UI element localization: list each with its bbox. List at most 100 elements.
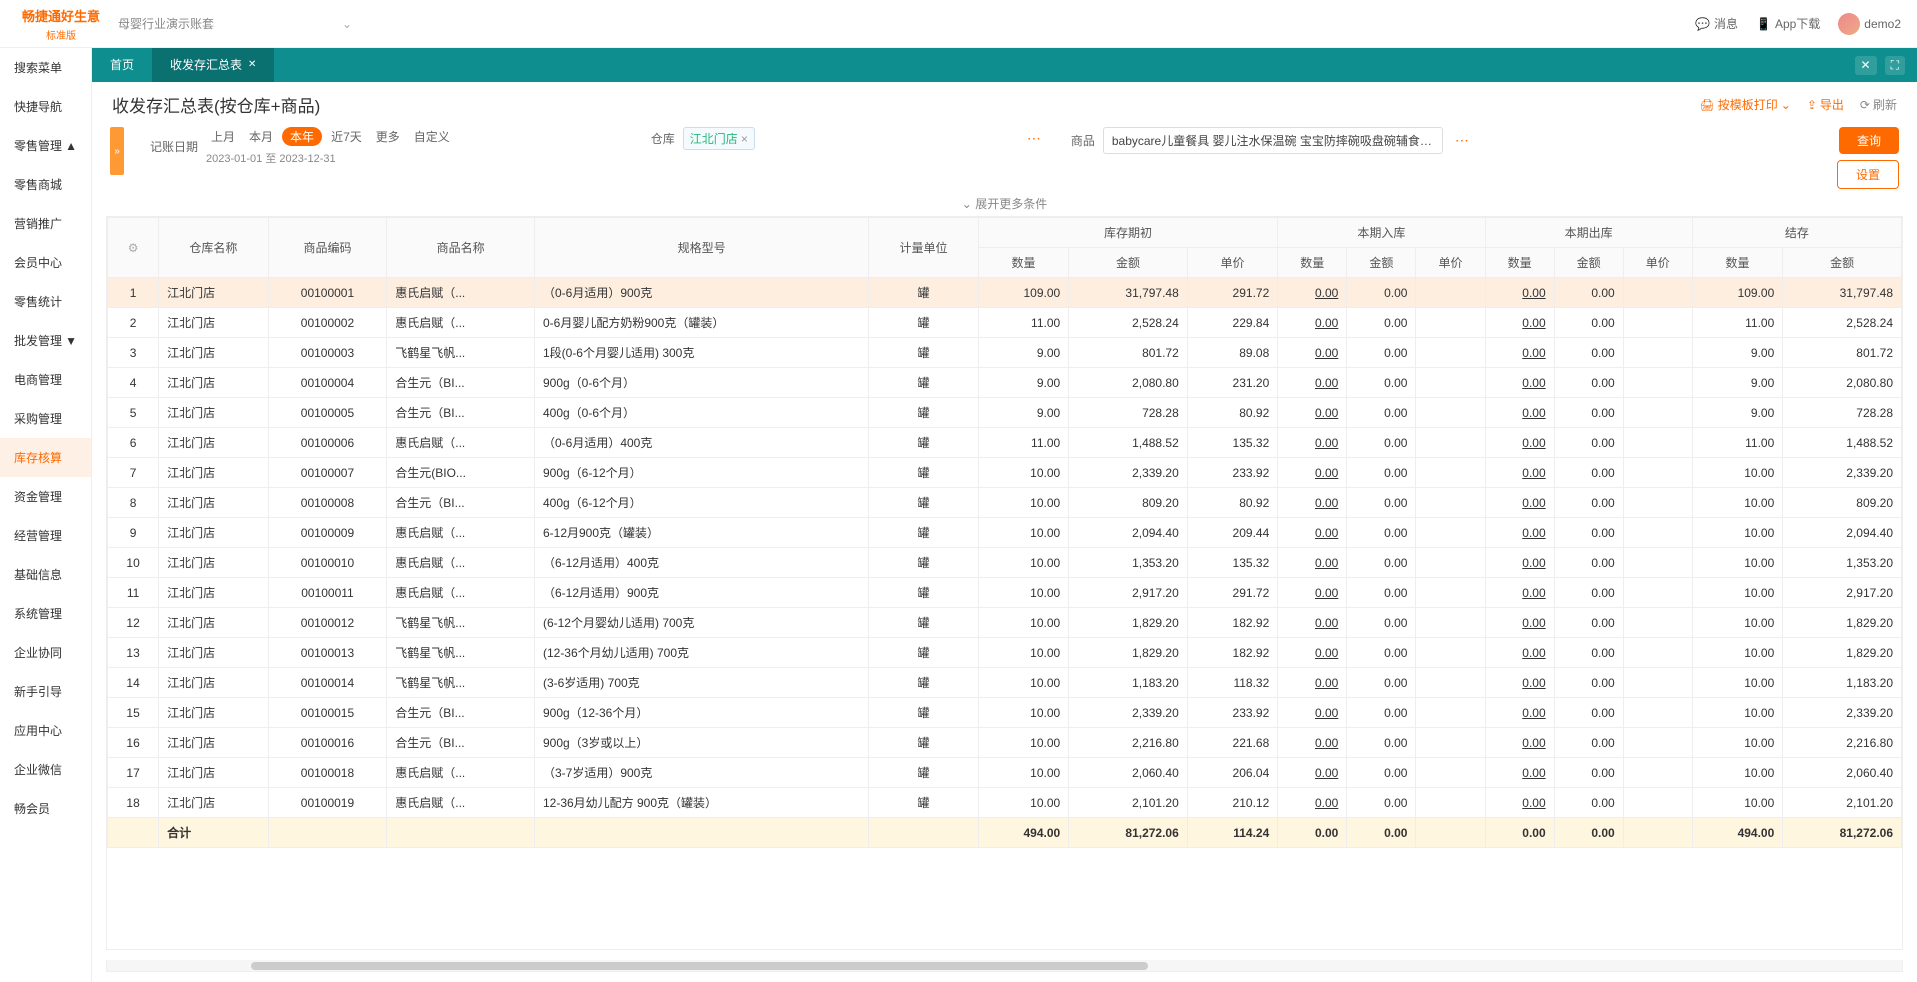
table-row[interactable]: 2江北门店00100002惠氏启赋（...0-6月婴儿配方奶粉900克（罐装）罐… xyxy=(108,308,1902,338)
table-row[interactable]: 6江北门店00100006惠氏启赋（...（0-6月适用）400克罐11.001… xyxy=(108,428,1902,458)
tab-expand[interactable]: ⛶ xyxy=(1885,56,1905,75)
sidebar-item-9[interactable]: 采购管理 xyxy=(0,399,91,438)
app-download-link[interactable]: 📱 App下载 xyxy=(1756,15,1820,32)
col-name: 商品名称 xyxy=(387,218,535,278)
date-opt[interactable]: 本年 xyxy=(282,127,322,146)
table-row[interactable]: 15江北门店00100015合生元（BI...900g（12-36个月）罐10.… xyxy=(108,698,1902,728)
col-code: 商品编码 xyxy=(268,218,387,278)
col-out: 本期出库 xyxy=(1485,218,1692,248)
table-row[interactable]: 8江北门店00100008合生元（BI...400g（6-12个月）罐10.00… xyxy=(108,488,1902,518)
refresh-icon: ⟳ xyxy=(1860,98,1870,112)
date-options: 上月本月本年近7天更多自定义 xyxy=(206,127,455,146)
export-button[interactable]: ⇪ 导出 xyxy=(1807,96,1844,113)
table-row[interactable]: 3江北门店00100003飞鹤星飞帆...1段(0-6个月婴儿适用) 300克罐… xyxy=(108,338,1902,368)
expand-conditions[interactable]: ⌄ 展开更多条件 xyxy=(92,191,1917,216)
date-opt[interactable]: 本月 xyxy=(244,127,278,146)
sidebar-item-4[interactable]: 营销推广 xyxy=(0,204,91,243)
sidebar-item-19[interactable]: 畅会员 xyxy=(0,789,91,828)
col-begin: 库存期初 xyxy=(978,218,1278,248)
gear-icon[interactable]: ⚙ xyxy=(128,241,139,255)
product-input[interactable]: babycare儿童餐具 婴儿注水保温碗 宝宝防摔碗吸盘碗辅食碗勺套装 雀湖绿 … xyxy=(1103,127,1443,154)
table-row[interactable]: 16江北门店00100016合生元（BI...900g（3岁或以上）罐10.00… xyxy=(108,728,1902,758)
warehouse-chip[interactable]: 江北门店 × xyxy=(683,127,755,150)
table-row[interactable]: 11江北门店00100011惠氏启赋（...（6-12月适用）900克罐10.0… xyxy=(108,578,1902,608)
sidebar-item-16[interactable]: 新手引导 xyxy=(0,672,91,711)
col-unit: 计量单位 xyxy=(869,218,979,278)
table-row[interactable]: 18江北门店00100019惠氏启赋（...12-36月幼儿配方 900克（罐装… xyxy=(108,788,1902,818)
sidebar-item-17[interactable]: 应用中心 xyxy=(0,711,91,750)
print-button[interactable]: 🖨 按模板打印 ⌄ xyxy=(1700,96,1791,113)
tab-close-all[interactable]: ✕ xyxy=(1855,56,1877,75)
col-spec: 规格型号 xyxy=(534,218,868,278)
chip-remove-icon[interactable]: × xyxy=(741,132,748,146)
printer-icon: 🖨 xyxy=(1700,98,1715,112)
date-opt[interactable]: 近7天 xyxy=(326,127,367,146)
chevron-down-icon: ⌄ xyxy=(962,197,972,211)
sidebar-item-8[interactable]: 电商管理 xyxy=(0,360,91,399)
sidebar-item-2[interactable]: 零售管理▲ xyxy=(0,126,91,165)
messages-link[interactable]: 💬 消息 xyxy=(1695,15,1738,32)
table-row[interactable]: 14江北门店00100014飞鹤星飞帆...(3-6岁适用) 700克罐10.0… xyxy=(108,668,1902,698)
chevron-icon: ▲ xyxy=(65,139,77,153)
chevron-down-icon: ⌄ xyxy=(342,17,352,31)
sidebar: 搜索菜单快捷导航零售管理▲零售商城营销推广会员中心零售统计批发管理▼电商管理采购… xyxy=(0,48,92,982)
table-row[interactable]: 10江北门店00100010惠氏启赋（...（6-12月适用）400克罐10.0… xyxy=(108,548,1902,578)
chevron-down-icon: ⌄ xyxy=(1781,98,1791,112)
filters-collapse-toggle[interactable]: » xyxy=(110,127,124,175)
filters: » 记账日期 上月本月本年近7天更多自定义 2023-01-01 至 2023-… xyxy=(92,121,1917,191)
sidebar-item-0[interactable]: 搜索菜单 xyxy=(0,48,91,87)
tab-0[interactable]: 首页 xyxy=(92,48,152,82)
org-selector[interactable]: 母婴行业演示账套 ⌄ xyxy=(118,15,1683,32)
table-row[interactable]: 1江北门店00100001惠氏启赋（...（0-6月适用）900克罐109.00… xyxy=(108,278,1902,308)
data-table-container[interactable]: ⚙ 仓库名称 商品编码 商品名称 规格型号 计量单位 库存期初 本期入库 本期出… xyxy=(106,216,1903,950)
product-label: 商品 xyxy=(1071,132,1095,149)
avatar xyxy=(1838,13,1860,35)
query-button[interactable]: 查询 xyxy=(1839,127,1899,154)
sidebar-item-15[interactable]: 企业协同 xyxy=(0,633,91,672)
sidebar-item-3[interactable]: 零售商城 xyxy=(0,165,91,204)
chevron-icon: ▼ xyxy=(65,334,77,348)
sidebar-item-14[interactable]: 系统管理 xyxy=(0,594,91,633)
table-row[interactable]: 13江北门店00100013飞鹤星飞帆...(12-36个月幼儿适用) 700克… xyxy=(108,638,1902,668)
sidebar-item-1[interactable]: 快捷导航 xyxy=(0,87,91,126)
date-opt[interactable]: 上月 xyxy=(206,127,240,146)
top-actions: 💬 消息 📱 App下载 demo2 xyxy=(1695,13,1901,35)
user-menu[interactable]: demo2 xyxy=(1838,13,1901,35)
h-scrollbar[interactable] xyxy=(106,960,1903,972)
refresh-button[interactable]: ⟳ 刷新 xyxy=(1860,96,1897,113)
date-opt[interactable]: 更多 xyxy=(371,127,405,146)
tabs: 首页收发存汇总表✕ ✕ ⛶ xyxy=(92,48,1917,82)
date-label: 记账日期 xyxy=(150,138,198,155)
sidebar-item-7[interactable]: 批发管理▼ xyxy=(0,321,91,360)
warehouse-picker-icon[interactable]: ⋯ xyxy=(1023,130,1045,147)
col-warehouse: 仓库名称 xyxy=(159,218,269,278)
data-table: ⚙ 仓库名称 商品编码 商品名称 规格型号 计量单位 库存期初 本期入库 本期出… xyxy=(107,217,1902,848)
table-row[interactable]: 9江北门店00100009惠氏启赋（...6-12月900克（罐装）罐10.00… xyxy=(108,518,1902,548)
date-opt[interactable]: 自定义 xyxy=(409,127,455,146)
topbar: 畅捷通好生意 标准版 母婴行业演示账套 ⌄ 💬 消息 📱 App下载 demo2 xyxy=(0,0,1917,48)
table-row[interactable]: 12江北门店00100012飞鹤星飞帆...(6-12个月婴幼儿适用) 700克… xyxy=(108,608,1902,638)
page-title: 收发存汇总表(按仓库+商品) xyxy=(112,92,320,117)
tab-1[interactable]: 收发存汇总表✕ xyxy=(152,48,274,82)
sidebar-item-10[interactable]: 库存核算 xyxy=(0,438,91,477)
settings-button[interactable]: 设置 xyxy=(1837,160,1899,189)
sidebar-item-18[interactable]: 企业微信 xyxy=(0,750,91,789)
table-row[interactable]: 17江北门店00100018惠氏启赋（...（3-7岁适用）900克罐10.00… xyxy=(108,758,1902,788)
sidebar-item-5[interactable]: 会员中心 xyxy=(0,243,91,282)
sidebar-item-12[interactable]: 经营管理 xyxy=(0,516,91,555)
mobile-icon: 📱 xyxy=(1756,17,1771,31)
product-picker-icon[interactable]: ⋯ xyxy=(1451,132,1473,149)
sidebar-item-13[interactable]: 基础信息 xyxy=(0,555,91,594)
chat-icon: 💬 xyxy=(1695,17,1710,31)
table-row[interactable]: 5江北门店00100005合生元（BI...400g（0-6个月）罐9.0072… xyxy=(108,398,1902,428)
logo: 畅捷通好生意 标准版 xyxy=(16,4,106,44)
sidebar-item-11[interactable]: 资金管理 xyxy=(0,477,91,516)
sidebar-item-6[interactable]: 零售统计 xyxy=(0,282,91,321)
total-row: 合计 494.00 81,272.06 114.24 0.00 0.00 0.0… xyxy=(108,818,1902,848)
table-row[interactable]: 7江北门店00100007合生元(BIO...900g（6-12个月）罐10.0… xyxy=(108,458,1902,488)
close-icon[interactable]: ✕ xyxy=(248,48,256,82)
table-row[interactable]: 4江北门店00100004合生元（BI...900g（0-6个月）罐9.002,… xyxy=(108,368,1902,398)
date-range: 2023-01-01 至 2023-12-31 xyxy=(206,150,336,166)
page-header: 收发存汇总表(按仓库+商品) 🖨 按模板打印 ⌄ ⇪ 导出 ⟳ xyxy=(92,82,1917,121)
export-icon: ⇪ xyxy=(1807,98,1817,112)
